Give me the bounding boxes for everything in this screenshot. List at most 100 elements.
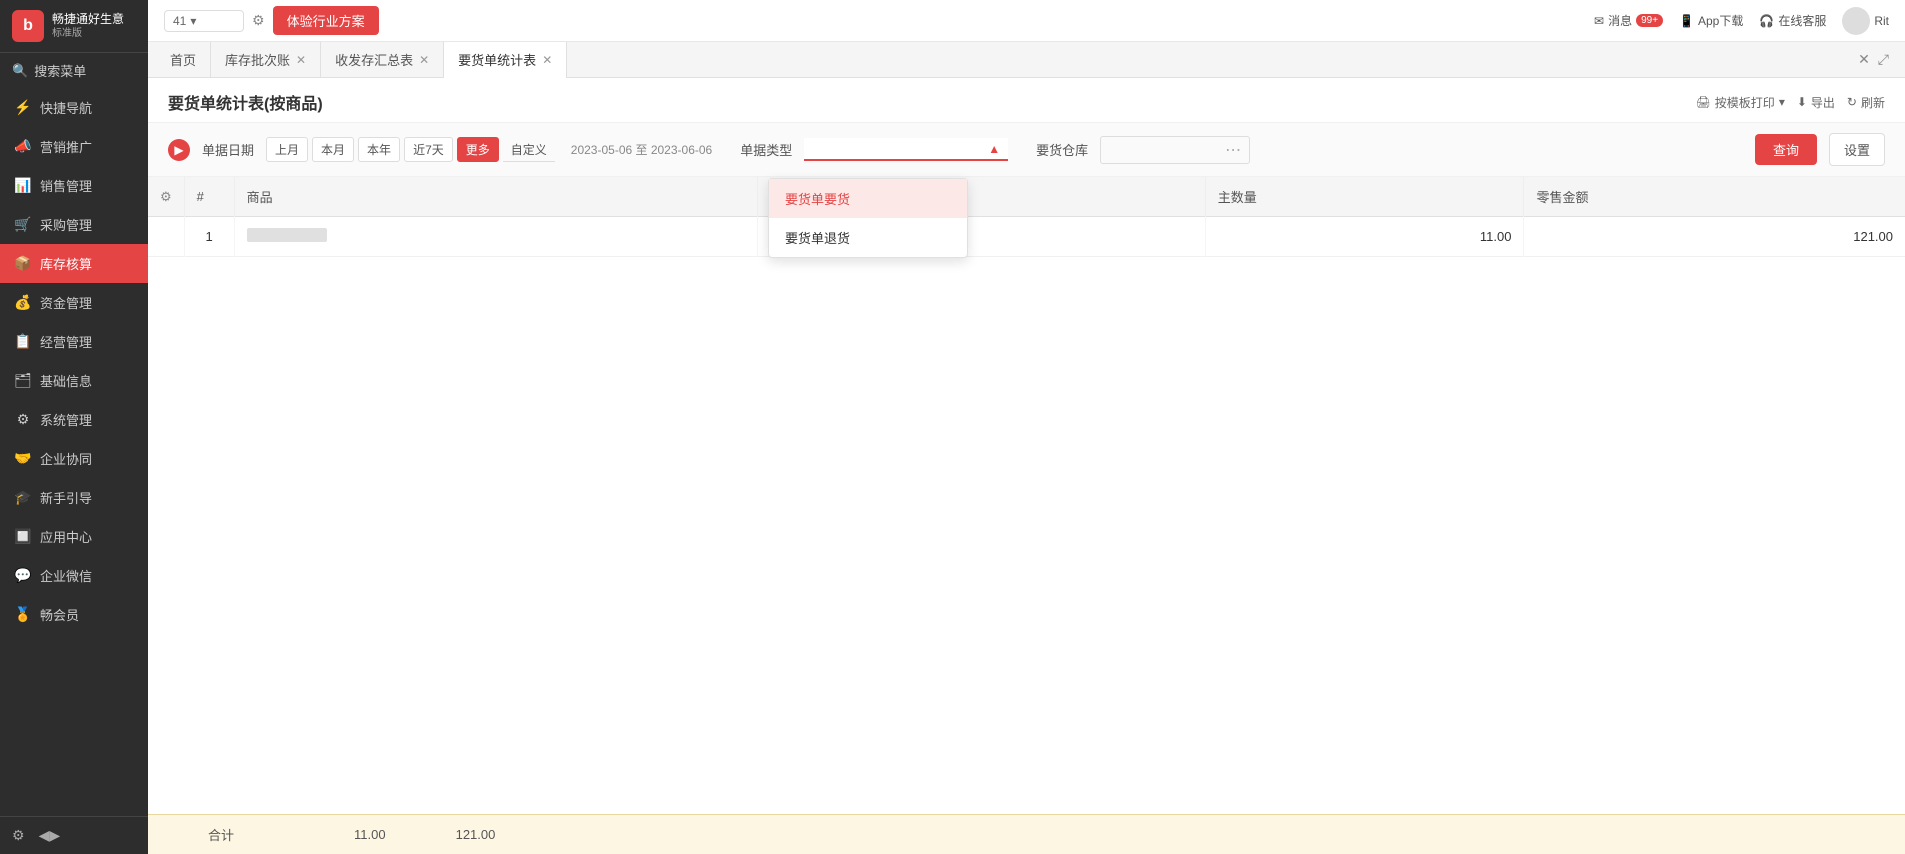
dropdown-option-yaohuodanyaohuo[interactable]: 要货单要货 [769,179,967,218]
sidebar-item-app-center[interactable]: 🔲 应用中心 [0,517,148,556]
sidebar-item-membership[interactable]: 🏅 畅会员 [0,595,148,634]
settings-footer-btn[interactable]: ⚙ [12,827,25,844]
sidebar: b 畅捷通好生意 标准版 🔍 搜索菜单 ⚡ 快捷导航 📣 营销推广 📊 销售管理… [0,0,148,854]
sidebar-item-quick-nav[interactable]: ⚡ 快捷导航 [0,88,148,127]
avatar [1842,7,1870,35]
sidebar-item-finance[interactable]: 💰 资金管理 [0,283,148,322]
sidebar-item-inventory[interactable]: 📦 库存核算 [0,244,148,283]
app-download-btn[interactable]: 📱 App下载 [1679,12,1743,29]
trial-btn[interactable]: 体验行业方案 [273,6,379,35]
operations-icon: 📋 [14,333,32,350]
search-icon: 🔍 [12,63,28,79]
topbar-gear-icon[interactable]: ⚙ [252,12,265,29]
col-settings[interactable]: ⚙ [148,177,184,217]
company-value: 41 [173,14,186,28]
print-icon: 🖨 [1696,95,1711,109]
sidebar-item-basics[interactable]: 🗂 基础信息 [0,361,148,400]
wechat-icon: 💬 [14,567,32,584]
sidebar-item-label: 营销推广 [40,137,92,156]
settings-btn[interactable]: 设置 [1829,133,1885,166]
sidebar-nav: ⚡ 快捷导航 📣 营销推广 📊 销售管理 🛒 采购管理 📦 库存核算 💰 资金管… [0,88,148,816]
date-btn-this-year[interactable]: 本年 [358,137,400,162]
main-container: 41 ▾ ⚙ 体验行业方案 ✉ 消息 99+ 📱 App下载 🎧 在线客服 R [148,0,1905,854]
warehouse-filter-select[interactable]: ⋯ [1100,136,1250,164]
date-range-value: 2023-05-06 至 2023-06-06 [571,141,712,158]
sidebar-item-system[interactable]: ⚙ 系统管理 [0,400,148,439]
messages-icon: ✉ [1594,14,1604,28]
finance-icon: 💰 [14,294,32,311]
sidebar-search[interactable]: 🔍 搜索菜单 [0,53,148,88]
system-icon: ⚙ [14,411,32,428]
col-amount: 零售金额 [1524,177,1905,217]
warehouse-filter-label: 要货仓库 [1036,140,1088,159]
sidebar-item-operations[interactable]: 📋 经营管理 [0,322,148,361]
dropdown-option-yaohuodantuihuo[interactable]: 要货单退货 [769,218,967,257]
tabs-expand-icon[interactable]: ⤢ [1878,51,1889,68]
messages-btn[interactable]: ✉ 消息 99+ [1594,12,1663,29]
sidebar-item-label: 资金管理 [40,293,92,312]
sidebar-item-guide[interactable]: 🎓 新手引导 [0,478,148,517]
logo-text: 畅捷通好生意 标准版 [52,12,124,41]
row-quantity: 11.00 [1205,217,1524,257]
sidebar-item-wechat[interactable]: 💬 企业微信 [0,556,148,595]
row-settings [148,217,184,257]
export-btn[interactable]: ⬇ 导出 [1797,94,1835,111]
col-quantity: 主数量 [1205,177,1524,217]
query-btn[interactable]: 查询 [1755,134,1817,165]
marketing-icon: 📣 [14,138,32,155]
refresh-btn[interactable]: ↻ 刷新 [1847,94,1885,111]
date-btn-last-7-days[interactable]: 近7天 [404,137,453,162]
tab-receivable-summary-close[interactable]: ✕ [419,53,429,67]
inventory-icon: 📦 [14,255,32,272]
sidebar-item-sales[interactable]: 📊 销售管理 [0,166,148,205]
date-btn-more[interactable]: 更多 [457,137,499,162]
logo-icon: b [12,10,44,42]
topbar-left: 41 ▾ ⚙ 体验行业方案 [164,6,1582,35]
collapse-footer-btn[interactable]: ◀▶ [39,827,61,844]
tab-receivable-summary[interactable]: 收发存汇总表 ✕ [321,42,444,78]
table-container: ⚙ # 商品 主计量单位 主数量 零售金额 [148,177,1905,814]
selector-chevron-icon: ▾ [190,14,196,28]
date-btn-this-month[interactable]: 本月 [312,137,354,162]
sidebar-item-marketing[interactable]: 📣 营销推广 [0,127,148,166]
tab-inventory-batch[interactable]: 库存批次账 ✕ [211,42,321,78]
type-filter-arrow-icon[interactable]: ▲ [988,142,1000,156]
sidebar-item-label: 库存核算 [40,254,92,273]
type-filter-select[interactable]: ▲ [804,138,1008,161]
sidebar-item-enterprise[interactable]: 🤝 企业协同 [0,439,148,478]
membership-icon: 🏅 [14,606,32,623]
service-btn[interactable]: 🎧 在线客服 [1759,12,1826,29]
col-index: # [184,177,234,217]
date-btn-last-month[interactable]: 上月 [266,137,308,162]
warehouse-more-icon[interactable]: ⋯ [1225,140,1241,160]
sidebar-item-label: 经营管理 [40,332,92,351]
sidebar-item-label: 应用中心 [40,527,92,546]
sidebar-item-label: 系统管理 [40,410,92,429]
enterprise-icon: 🤝 [14,450,32,467]
tab-inventory-batch-close[interactable]: ✕ [296,53,306,67]
tab-home[interactable]: 首页 [156,42,211,78]
sidebar-item-label: 基础信息 [40,371,92,390]
tab-home-label: 首页 [170,50,196,69]
print-chevron-icon: ▾ [1779,95,1785,109]
tabs-close-all-icon[interactable]: ✕ [1858,51,1870,68]
tab-order-stats[interactable]: 要货单统计表 ✕ [444,42,567,78]
print-btn[interactable]: 🖨 按模板打印 ▾ [1696,94,1785,111]
basics-icon: 🗂 [14,372,32,389]
type-filter-input[interactable] [812,141,988,156]
filter-expand-btn[interactable]: ▶ [168,139,190,161]
col-product: 商品 [234,177,757,217]
sidebar-item-label: 企业协同 [40,449,92,468]
messages-badge: 99+ [1636,14,1663,27]
sidebar-item-label: 畅会员 [40,605,79,624]
company-selector[interactable]: 41 ▾ [164,10,244,32]
date-range-buttons: 上月 本月 本年 近7天 更多 自定义 [266,137,555,162]
topbar: 41 ▾ ⚙ 体验行业方案 ✉ 消息 99+ 📱 App下载 🎧 在线客服 R [148,0,1905,42]
tab-order-stats-close[interactable]: ✕ [542,53,552,67]
sidebar-footer: ⚙ ◀▶ [0,816,148,854]
sidebar-item-purchase[interactable]: 🛒 采购管理 [0,205,148,244]
date-filter-label: 单据日期 [202,140,254,159]
row-amount: 121.00 [1524,217,1905,257]
date-btn-custom[interactable]: 自定义 [503,138,555,162]
user-profile[interactable]: Rit [1842,7,1889,35]
